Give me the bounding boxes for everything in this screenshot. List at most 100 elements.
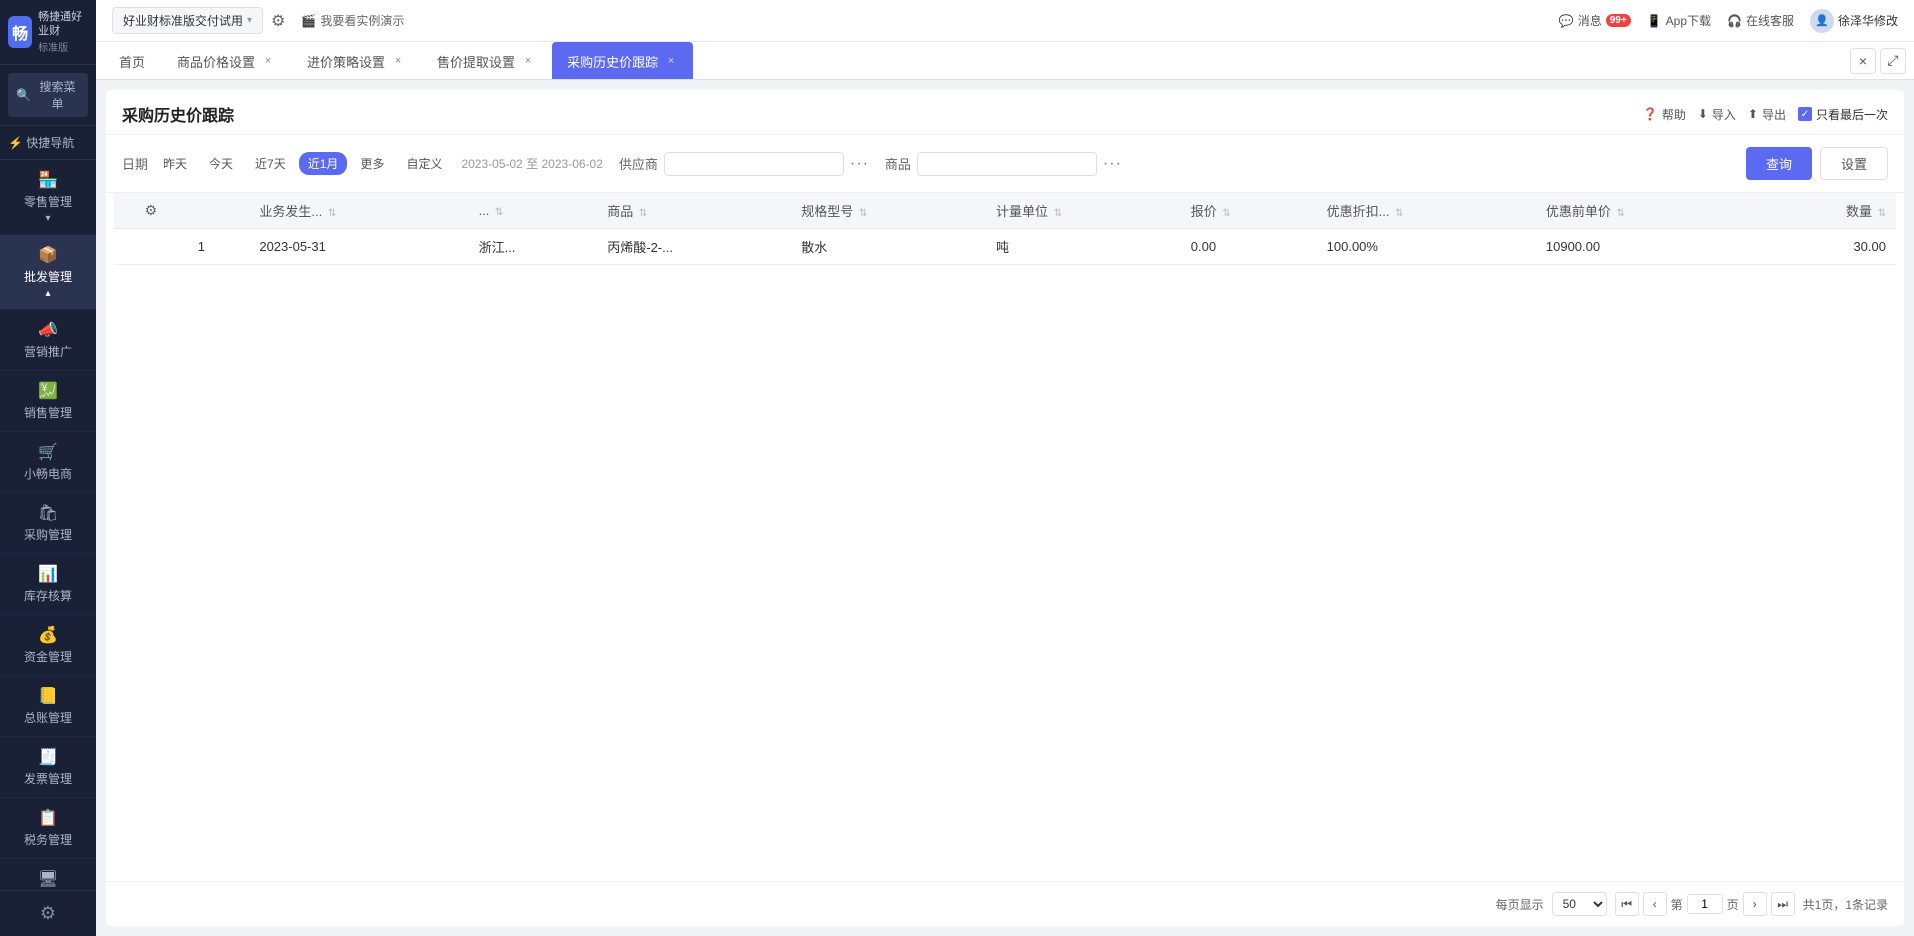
- sort-icon: ⇅: [328, 208, 336, 219]
- demo-link[interactable]: 🎬 我要看实例演示: [301, 12, 404, 29]
- per-page-select[interactable]: 50 10 20 100: [1552, 892, 1607, 916]
- date-btn-yesterday[interactable]: 昨天: [154, 152, 196, 175]
- ecommerce-small-icon: 🛒: [38, 442, 58, 462]
- th-product[interactable]: 商品 ⇅: [597, 193, 791, 229]
- app-logo-title: 畅捷通好业财: [38, 10, 88, 39]
- column-settings-icon[interactable]: ⚙: [145, 202, 158, 218]
- pagination-nav: ⏮ ‹ 第 页 › ⏭: [1615, 892, 1795, 916]
- sidebar-item-account-label: 总账管理: [24, 709, 72, 726]
- tab-sale-price[interactable]: 售价提取设置 ×: [422, 42, 550, 79]
- sidebar-item-ecommerce[interactable]: 🖥 电商管理: [0, 859, 96, 890]
- message-button[interactable]: 💬 消息 99+: [1559, 12, 1631, 29]
- page-first-button[interactable]: ⏮: [1615, 892, 1639, 916]
- topbar-settings-icon[interactable]: ⚙: [271, 11, 285, 31]
- page-next-button[interactable]: ›: [1743, 892, 1767, 916]
- page-number-input[interactable]: [1687, 894, 1723, 914]
- sidebar-item-wholesale[interactable]: 📦 批发管理 ▴: [0, 235, 96, 310]
- sidebar-item-finance[interactable]: 💰 资金管理: [0, 615, 96, 676]
- import-button[interactable]: ⬇ 导入: [1698, 106, 1736, 123]
- th-biz-date[interactable]: 业务发生... ⇅: [249, 193, 468, 229]
- import-label: 导入: [1712, 106, 1736, 123]
- message-icon: 💬: [1559, 14, 1574, 28]
- td-quantity: 30.00: [1760, 229, 1896, 265]
- sidebar-item-invoice[interactable]: 🧾 发票管理: [0, 737, 96, 798]
- purchase-icon: 🛍: [38, 503, 58, 523]
- content-area: 采购历史价跟踪 ❓ 帮助 ⬇ 导入 ⬆ 导出 ✓: [96, 80, 1914, 936]
- close-all-icon: ×: [1859, 53, 1867, 69]
- tab-home[interactable]: 首页: [104, 42, 160, 79]
- page-prev-button[interactable]: ‹: [1643, 892, 1667, 916]
- export-button[interactable]: ⬆ 导出: [1748, 106, 1786, 123]
- online-service-button[interactable]: 🎧 在线客服: [1727, 12, 1794, 29]
- shortcut-icon: ⚡: [8, 136, 23, 150]
- sidebar-settings-icon[interactable]: ⚙: [40, 903, 56, 924]
- tab-price[interactable]: 商品价格设置 ×: [162, 42, 290, 79]
- product-dots[interactable]: ···: [1103, 155, 1122, 173]
- th-quoted-price-label: 报价: [1191, 204, 1217, 219]
- tab-close-all-button[interactable]: ×: [1850, 48, 1876, 74]
- demo-icon: 🎬: [301, 14, 316, 28]
- th-pre-discount-price[interactable]: 优惠前单价 ⇅: [1536, 193, 1760, 229]
- user-menu[interactable]: 👤 徐泽华修改: [1810, 9, 1898, 33]
- date-btn-custom[interactable]: 自定义: [397, 152, 451, 175]
- search-menu-button[interactable]: 🔍 搜索菜单: [8, 73, 88, 117]
- account-icon: 📒: [38, 686, 58, 706]
- data-table: ⚙ 业务发生... ⇅ ... ⇅: [114, 193, 1896, 265]
- sidebar-item-purchase[interactable]: 🛍 采购管理: [0, 493, 96, 554]
- td-pre-discount-price: 10900.00: [1536, 229, 1760, 265]
- sidebar-item-inventory[interactable]: 📊 库存核算: [0, 554, 96, 615]
- th-extra[interactable]: ... ⇅: [469, 193, 598, 229]
- query-button[interactable]: 查询: [1746, 147, 1812, 180]
- td-biz-date: 2023-05-31: [249, 229, 468, 265]
- supplier-dots[interactable]: ···: [850, 155, 869, 173]
- date-btn-today[interactable]: 今天: [200, 152, 242, 175]
- tab-maximize-button[interactable]: ⤢: [1880, 48, 1906, 74]
- filter-settings-button[interactable]: 设置: [1820, 147, 1888, 180]
- only-last-checkbox[interactable]: ✓ 只看最后一次: [1798, 106, 1888, 123]
- tab-home-label: 首页: [119, 52, 145, 71]
- td-gear: [114, 229, 188, 265]
- tab-price-close[interactable]: ×: [261, 54, 275, 68]
- finance-icon: 💰: [38, 625, 58, 645]
- tab-sale-price-close[interactable]: ×: [521, 54, 535, 68]
- help-button[interactable]: ❓ 帮助: [1643, 106, 1686, 123]
- sidebar-search[interactable]: 🔍 搜索菜单: [0, 65, 96, 126]
- sidebar-item-sales[interactable]: 💹 销售管理: [0, 371, 96, 432]
- help-label: 帮助: [1662, 106, 1686, 123]
- sidebar-item-retail[interactable]: 🏪 零售管理 ▾: [0, 160, 96, 235]
- th-quantity[interactable]: 数量 ⇅: [1760, 193, 1896, 229]
- sidebar-item-account[interactable]: 📒 总账管理: [0, 676, 96, 737]
- tab-purchase-history[interactable]: 采购历史价跟踪 ×: [552, 42, 693, 79]
- sidebar-item-ecommerce-small[interactable]: 🛒 小畅电商: [0, 432, 96, 493]
- tab-sale-price-label: 售价提取设置: [437, 52, 515, 71]
- headset-icon: 🎧: [1727, 14, 1742, 28]
- tab-pricing-strategy-close[interactable]: ×: [391, 54, 405, 68]
- th-unit[interactable]: 计量单位 ⇅: [986, 193, 1181, 229]
- ecommerce-icon: 🖥: [38, 869, 58, 889]
- date-btn-more[interactable]: 更多: [351, 152, 393, 175]
- product-input[interactable]: [917, 152, 1097, 176]
- product-select[interactable]: 好业财标准版交付试用 ▾: [112, 7, 263, 34]
- th-gear[interactable]: ⚙: [114, 193, 188, 229]
- supplier-input[interactable]: [664, 152, 844, 176]
- sidebar-item-tax[interactable]: 📋 税务管理: [0, 798, 96, 859]
- tab-pricing-strategy[interactable]: 进价策略设置 ×: [292, 42, 420, 79]
- page-actions: ❓ 帮助 ⬇ 导入 ⬆ 导出 ✓ 只看最后一次: [1643, 106, 1888, 123]
- date-btn-1month[interactable]: 近1月: [299, 152, 348, 175]
- sidebar-settings[interactable]: ⚙: [0, 890, 96, 936]
- sidebar-shortcut[interactable]: ⚡ 快捷导航: [0, 126, 96, 160]
- sort-icon-quoted-price: ⇅: [1222, 208, 1230, 219]
- th-discount-pct[interactable]: 优惠折扣... ⇅: [1317, 193, 1536, 229]
- page-title: 采购历史价跟踪: [122, 102, 234, 126]
- tab-purchase-history-close[interactable]: ×: [664, 54, 678, 68]
- page-label: 第: [1671, 896, 1683, 913]
- th-product-label: 商品: [607, 204, 633, 219]
- date-range-text: 2023-05-02 至 2023-06-02: [461, 155, 602, 172]
- date-btn-7days[interactable]: 近7天: [246, 152, 295, 175]
- th-spec[interactable]: 规格型号 ⇅: [791, 193, 986, 229]
- app-download-button[interactable]: 📱 App下载: [1647, 12, 1711, 29]
- tabs-right-actions: × ⤢: [1850, 48, 1906, 74]
- sidebar-item-marketing[interactable]: 📣 营销推广: [0, 310, 96, 371]
- page-last-button[interactable]: ⏭: [1771, 892, 1795, 916]
- th-quoted-price[interactable]: 报价 ⇅: [1181, 193, 1317, 229]
